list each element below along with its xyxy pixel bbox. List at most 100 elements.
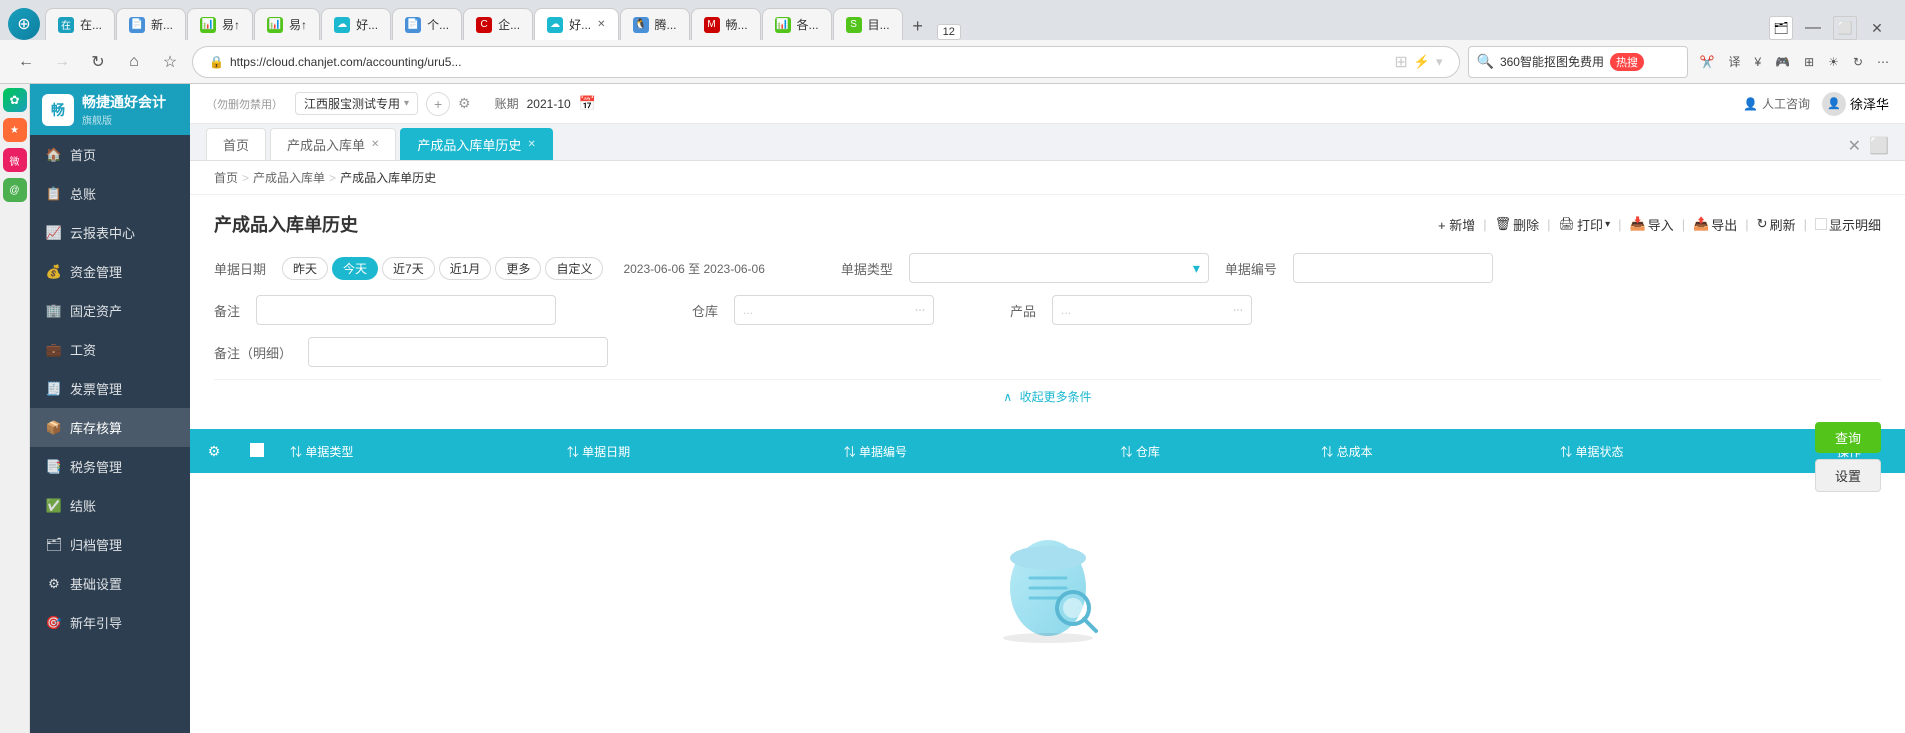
collapse-bar[interactable]: ∧ 收起更多条件: [214, 379, 1881, 413]
query-btn[interactable]: 查询: [1815, 422, 1881, 453]
sidebar-item-report[interactable]: 📈 云报表中心: [30, 213, 190, 252]
translate-btn[interactable]: 译: [1724, 51, 1744, 72]
tab-count[interactable]: 12: [937, 24, 961, 40]
browser-tab-12[interactable]: S 目...: [833, 8, 903, 40]
sidebar-item-salary[interactable]: 💼 工资: [30, 330, 190, 369]
show-detail-btn[interactable]: 显示明细: [1815, 215, 1881, 234]
restore-btn[interactable]: 🗂: [1769, 16, 1793, 40]
sidebar-item-ledger[interactable]: 📋 总账: [30, 174, 190, 213]
ext-icon-1[interactable]: ✿: [3, 88, 27, 112]
col-doc-no[interactable]: ⇅ 单据编号: [832, 429, 1109, 473]
browser-tab-10[interactable]: M 畅...: [691, 8, 761, 40]
scissors-btn[interactable]: ✂️: [1696, 53, 1719, 71]
url-bar[interactable]: 🔒 https://cloud.chanjet.com/accounting/u…: [192, 46, 1460, 78]
col-doc-type[interactable]: ⇅ 单据类型: [278, 429, 555, 473]
browser-tab-7[interactable]: C 企...: [463, 8, 533, 40]
sidebar-item-invoice[interactable]: 🧾 发票管理: [30, 369, 190, 408]
product-select[interactable]: ... ⋯: [1052, 295, 1252, 325]
sidebar-item-asset[interactable]: 🏢 固定资产: [30, 291, 190, 330]
sidebar-item-basic[interactable]: ⚙ 基础设置: [30, 564, 190, 603]
col-checkbox[interactable]: [238, 429, 278, 473]
grid-layout-btn[interactable]: ⊞: [1800, 53, 1818, 71]
sidebar-item-tax[interactable]: 📑 税务管理: [30, 447, 190, 486]
reload-btn[interactable]: ↻: [84, 48, 112, 76]
sync-btn[interactable]: ↻: [1849, 53, 1867, 71]
doc-no-input[interactable]: [1293, 253, 1493, 283]
doc-type-select[interactable]: ▾: [909, 253, 1209, 283]
page-tab-product-history[interactable]: 产成品入库单历史 ✕: [400, 128, 552, 160]
breadcrumb-product-list[interactable]: 产成品入库单: [253, 169, 325, 186]
sidebar-item-checkout[interactable]: ✅ 结账: [30, 486, 190, 525]
sidebar-item-fund[interactable]: 💰 资金管理: [30, 252, 190, 291]
export-btn[interactable]: 📤 导出: [1693, 215, 1737, 234]
browser-tab-5[interactable]: ☁ 好...: [321, 8, 391, 40]
lightning-icon[interactable]: ⚡: [1414, 54, 1430, 70]
browser-tab-9[interactable]: 🐧 腾...: [620, 8, 690, 40]
user-area[interactable]: 👤 徐泽华: [1822, 92, 1889, 116]
bookmark-btn[interactable]: ☆: [156, 48, 184, 76]
more-btn[interactable]: ⋯: [1873, 53, 1893, 71]
tab-product-history-close[interactable]: ✕: [527, 139, 535, 150]
browser-tab-3[interactable]: 📊 易↑: [187, 8, 253, 40]
sidebar-item-archive[interactable]: 🗂 归档管理: [30, 525, 190, 564]
expand-icon[interactable]: ⬜: [1869, 136, 1889, 156]
date-btn-7days[interactable]: 近7天: [382, 257, 435, 280]
add-company-btn[interactable]: +: [426, 92, 450, 116]
forward-btn[interactable]: →: [48, 48, 76, 76]
date-btn-1month[interactable]: 近1月: [439, 257, 492, 280]
breadcrumb-home[interactable]: 首页: [214, 169, 238, 186]
back-btn[interactable]: ←: [12, 48, 40, 76]
tab-close-8[interactable]: ✕: [597, 19, 605, 30]
date-btn-yesterday[interactable]: 昨天: [282, 257, 328, 280]
close-page-icon[interactable]: ✕: [1848, 136, 1861, 156]
col-doc-status[interactable]: ⇅ 单据状态: [1548, 429, 1825, 473]
game-btn[interactable]: 🎮: [1771, 53, 1794, 71]
sidebar-item-inventory[interactable]: 📦 库存核算: [30, 408, 190, 447]
brightness-btn[interactable]: ☀: [1824, 53, 1843, 71]
addr-dropdown-icon[interactable]: ▾: [1436, 54, 1443, 70]
company-selector[interactable]: 江西服宝测试专用 ▾: [295, 92, 418, 115]
ext-icon-4[interactable]: @: [3, 178, 27, 202]
date-btn-today[interactable]: 今天: [332, 257, 378, 280]
note-input[interactable]: [256, 295, 556, 325]
browser-tab-11[interactable]: 📊 各...: [762, 8, 832, 40]
date-btn-more[interactable]: 更多: [495, 257, 541, 280]
print-btn[interactable]: 🖨 打印 ▾: [1559, 215, 1611, 234]
ext-icon-3[interactable]: 微: [3, 148, 27, 172]
calendar-icon[interactable]: 📅: [579, 95, 596, 112]
page-tab-home[interactable]: 首页: [206, 128, 266, 160]
browser-tab-4[interactable]: 📊 易↑: [254, 8, 320, 40]
page-tab-product-list[interactable]: 产成品入库单 ✕: [270, 128, 396, 160]
close-browser-btn[interactable]: ✕: [1865, 16, 1889, 40]
date-btn-custom[interactable]: 自定义: [545, 257, 603, 280]
col-doc-date[interactable]: ⇅ 单据日期: [555, 429, 832, 473]
browser-tab-2[interactable]: 📄 新...: [116, 8, 186, 40]
select-all-checkbox[interactable]: [250, 443, 264, 457]
refresh-btn[interactable]: ↻ 刷新: [1757, 215, 1796, 234]
col-warehouse[interactable]: ⇅ 仓库: [1109, 429, 1310, 473]
browser-tab-8[interactable]: ☁ 好... ✕: [534, 8, 618, 40]
delete-btn[interactable]: 🗑 删除: [1495, 215, 1540, 234]
show-detail-checkbox[interactable]: [1815, 218, 1827, 230]
settings-company-icon[interactable]: ⚙: [458, 95, 471, 112]
minimize-btn[interactable]: —: [1801, 16, 1825, 40]
sidebar-item-new-period[interactable]: 🎯 新年引导: [30, 603, 190, 642]
grid-icon[interactable]: ⊞: [1394, 52, 1407, 72]
import-btn[interactable]: 📥 导入: [1629, 215, 1673, 234]
add-btn-label[interactable]: + 新增: [1438, 215, 1475, 234]
col-total-cost[interactable]: ⇅ 总成本: [1309, 429, 1548, 473]
home-nav-btn[interactable]: ⌂: [120, 48, 148, 76]
browser-logo[interactable]: ⊕: [8, 8, 40, 40]
warehouse-select[interactable]: ... ⋯: [734, 295, 934, 325]
wallet-btn[interactable]: ¥: [1750, 53, 1765, 71]
ext-icon-2[interactable]: ★: [3, 118, 27, 142]
table-settings-gear[interactable]: ⚙: [202, 439, 226, 463]
col-settings[interactable]: ⚙: [190, 429, 238, 473]
user-service-btn[interactable]: 👤 人工咨询: [1743, 95, 1810, 112]
browser-tab-1[interactable]: 在 在...: [45, 8, 115, 40]
note-detail-input[interactable]: [308, 337, 608, 367]
tab-product-list-close[interactable]: ✕: [371, 139, 379, 150]
maximize-btn[interactable]: ⬜: [1833, 16, 1857, 40]
sidebar-item-home[interactable]: 🏠 首页: [30, 135, 190, 174]
new-tab-btn[interactable]: +: [904, 12, 932, 40]
